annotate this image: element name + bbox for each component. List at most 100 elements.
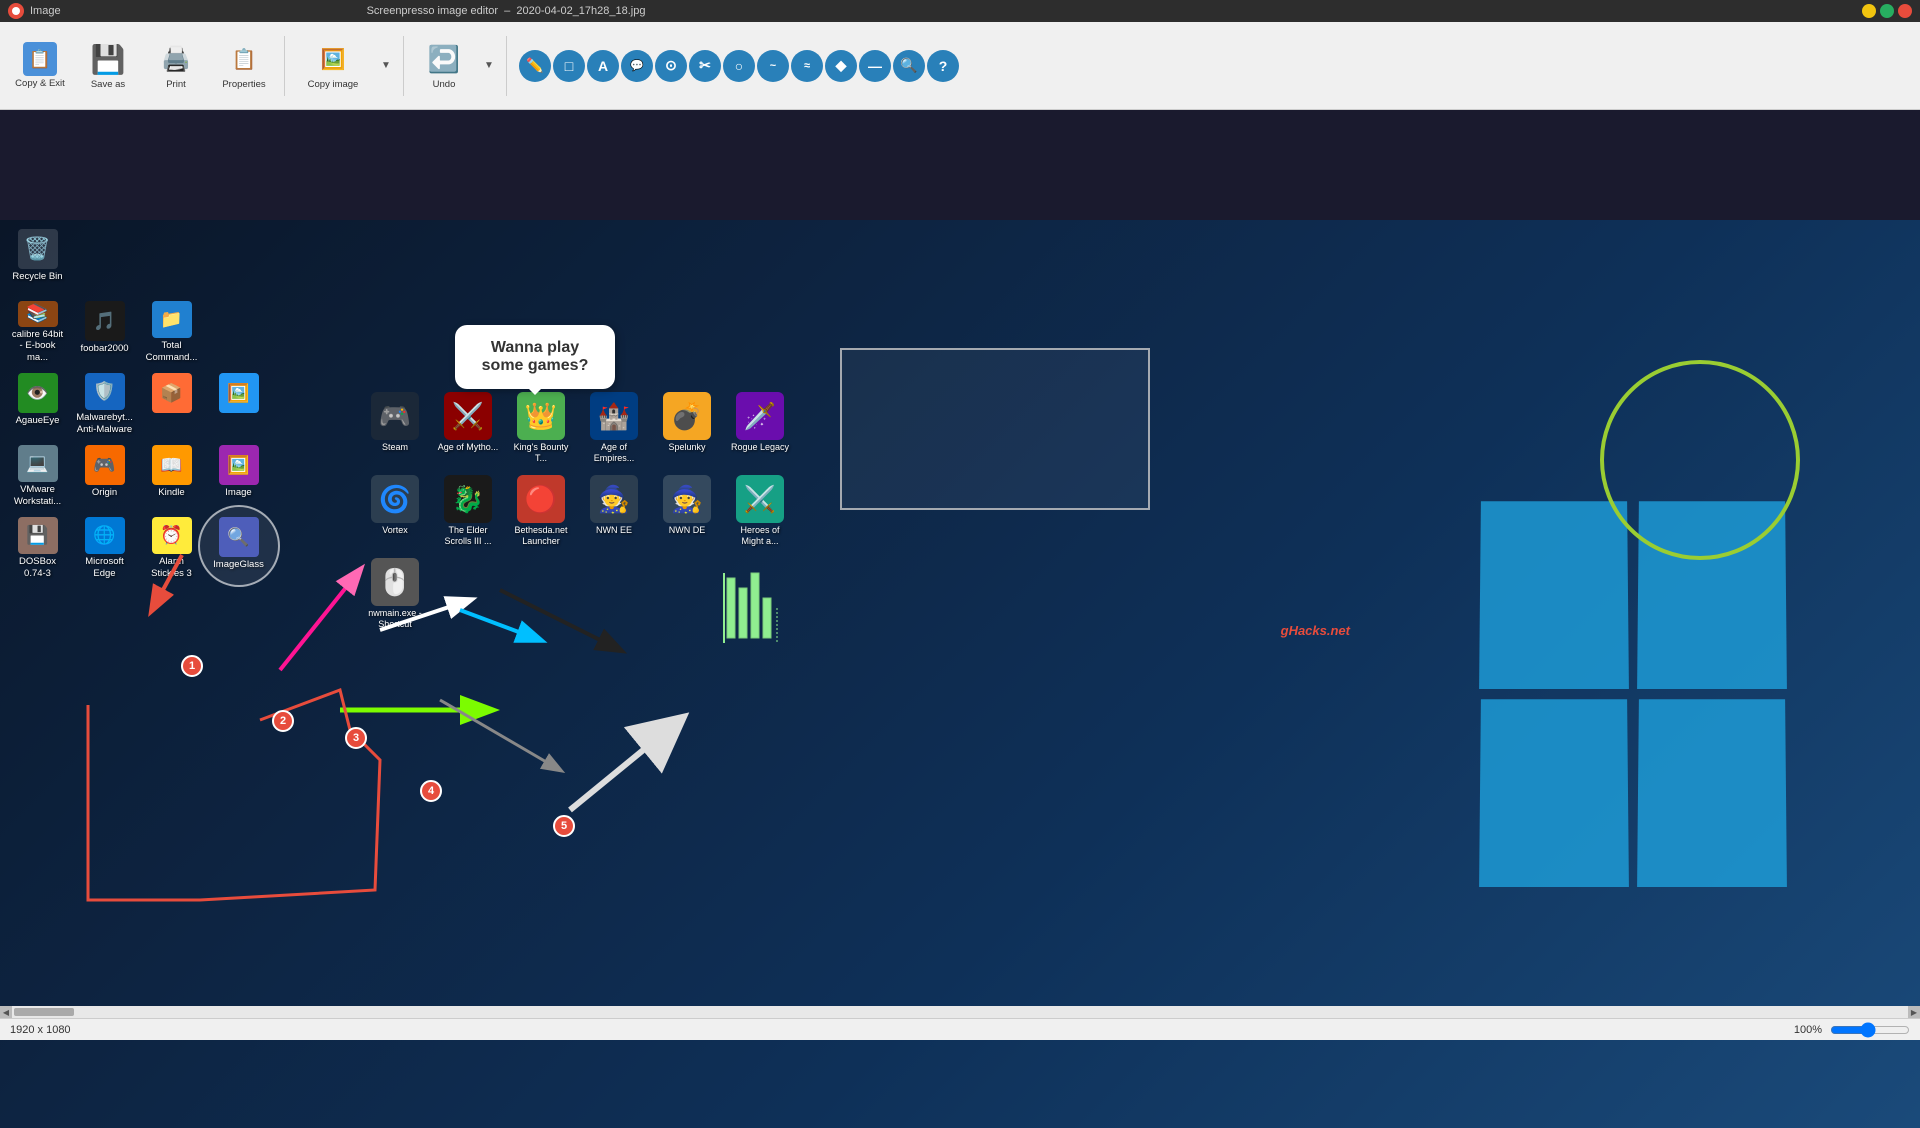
rogue-icon[interactable]: 🗡️ Rogue Legacy	[725, 388, 795, 468]
heroes-img: ⚔️	[736, 475, 784, 523]
windows-logo-container	[1480, 500, 1800, 920]
kindle-icon[interactable]: 📖 Kindle	[139, 441, 204, 511]
image-icon[interactable]: 🖼️ Image	[206, 441, 271, 511]
more-tool[interactable]: ?	[927, 50, 959, 82]
line-tool[interactable]: —	[859, 50, 891, 82]
icon-row-5: 💾 DOSBox 0.74-3 🌐 Microsoft Edge ⏰ Alarm…	[5, 513, 271, 583]
heroes-icon[interactable]: ⚔️ Heroes of Might a...	[725, 471, 795, 551]
age-myth-icon[interactable]: ⚔️ Age of Mytho...	[433, 388, 503, 468]
nwn-ee-label: NWN EE	[596, 525, 632, 536]
recycle-bin-label: Recycle Bin	[12, 271, 62, 282]
vmware-icon[interactable]: 💻 VMware Workstati...	[5, 441, 70, 511]
steam-icon[interactable]: 🎮 Steam	[360, 388, 430, 468]
edge-label: Microsoft Edge	[76, 556, 133, 579]
spelunky-label: Spelunky	[668, 442, 705, 453]
elder-icon[interactable]: 🐉 The Elder Scrolls III ...	[433, 471, 503, 551]
totalcmd-icon[interactable]: 📁 Total Command...	[139, 297, 204, 367]
agaueeye-img: 👁️	[18, 373, 58, 413]
nwn-de-icon[interactable]: 🧙 NWN DE	[652, 471, 722, 551]
close-button[interactable]	[1898, 4, 1912, 18]
scroll-left-button[interactable]: ◀	[0, 1006, 12, 1018]
speech-bubble: Wanna play some games?	[455, 325, 615, 389]
malware-icon[interactable]: 🛡️ Malwarebyt... Anti-Malware	[72, 369, 137, 439]
imageglass-label: ImageGlass	[213, 559, 264, 570]
nwn-ee-icon[interactable]: 🧙 NWN EE	[579, 471, 649, 551]
zoom-slider[interactable]	[1830, 1022, 1910, 1038]
win-pane-bl	[1479, 699, 1629, 887]
beth-icon[interactable]: 🔴 Bethesda.net Launcher	[506, 471, 576, 551]
minimize-button[interactable]	[1862, 4, 1876, 18]
agaueeye-label: AgaueEye	[16, 415, 60, 426]
toolbar-separator-1	[284, 36, 285, 96]
icon-row-3: 👁️ AgaueEye 🛡️ Malwarebyt... Anti-Malwar…	[5, 369, 271, 439]
pencil-tool[interactable]: ✏️	[519, 50, 551, 82]
callout-tool[interactable]: 💬	[621, 50, 653, 82]
undo-dropdown-button[interactable]: ▼	[480, 28, 498, 104]
rect-tool[interactable]: □	[553, 50, 585, 82]
copy-image-button[interactable]: 🖼️ Copy image	[293, 28, 373, 104]
alarm-img: ⏰	[152, 517, 192, 554]
alarm-icon[interactable]: ⏰ Alarm Stickies 3	[139, 513, 204, 583]
agaueeye-icon[interactable]: 👁️ AgaueEye	[5, 369, 70, 439]
copy-exit-button[interactable]: 📋 Copy & Exit	[8, 28, 72, 104]
arrow-tool-1[interactable]: ~	[757, 50, 789, 82]
dropdown-arrow-button[interactable]: ▼	[377, 28, 395, 104]
age-emp-icon[interactable]: 🏰 Age of Empires...	[579, 388, 649, 468]
diamond-tool[interactable]: ◆	[825, 50, 857, 82]
dosbox-label: DOSBox 0.74-3	[9, 556, 66, 579]
vortex-img: 🌀	[371, 475, 419, 523]
image-label: Image	[30, 5, 61, 17]
horizontal-scrollbar[interactable]: ◀ ▶	[0, 1006, 1920, 1018]
maximize-button[interactable]	[1880, 4, 1894, 18]
age-emp-img: 🏰	[590, 392, 638, 440]
origin-img: 🎮	[85, 445, 125, 485]
window-controls[interactable]	[1862, 4, 1912, 18]
toolbar-separator-2	[403, 36, 404, 96]
recycle-bin-icon[interactable]: 🗑️ Recycle Bin	[5, 225, 70, 295]
edge-img: 🌐	[85, 517, 125, 554]
alarm-label: Alarm Stickies 3	[143, 556, 200, 579]
toolbar: 📋 Copy & Exit 💾 Save as 🖨️ Print 📋 Prope…	[0, 22, 1920, 110]
age-emp-label: Age of Empires...	[583, 442, 645, 464]
print-button[interactable]: 🖨️ Print	[144, 28, 208, 104]
zoom-tool[interactable]: 🔍	[893, 50, 925, 82]
calibre-img: 📚	[18, 301, 58, 327]
save-as-button[interactable]: 💾 Save as	[76, 28, 140, 104]
nwmain-label: nwmain.exe - Shortcut	[364, 608, 426, 630]
zoom-level: 100%	[1794, 1024, 1822, 1036]
foobar-icon[interactable]: 🎵 foobar2000	[72, 297, 137, 367]
nwn-de-img: 🧙	[663, 475, 711, 523]
spelunky-icon[interactable]: 💣 Spelunky	[652, 388, 722, 468]
steam-label: Steam	[382, 442, 408, 453]
malware-img: 🛡️	[85, 373, 125, 410]
pkg1-img: 📦	[152, 373, 192, 413]
undo-icon: ↩️	[426, 41, 462, 77]
game-row-1: 🎮 Steam ⚔️ Age of Mytho... 👑 King's Boun…	[360, 388, 795, 468]
badge-4: 4	[420, 780, 442, 802]
calibre-icon[interactable]: 📚 calibre 64bit - E-book ma...	[5, 297, 70, 367]
ellipse-tool[interactable]: ○	[723, 50, 755, 82]
scroll-thumb[interactable]	[14, 1008, 74, 1016]
undo-dropdown-icon: ▼	[484, 60, 494, 71]
beth-label: Bethesda.net Launcher	[510, 525, 572, 547]
arrow-tool-2[interactable]: ≈	[791, 50, 823, 82]
edge-icon[interactable]: 🌐 Microsoft Edge	[72, 513, 137, 583]
img1-icon[interactable]: 🖼️	[206, 369, 271, 439]
text-tool[interactable]: A	[587, 50, 619, 82]
vortex-icon[interactable]: 🌀 Vortex	[360, 471, 430, 551]
scroll-right-button[interactable]: ▶	[1908, 1006, 1920, 1018]
foobar-label: foobar2000	[80, 343, 128, 354]
step-tool[interactable]: ⊙	[655, 50, 687, 82]
nwmain-icon[interactable]: 🖱️ nwmain.exe - Shortcut	[360, 554, 430, 634]
dosbox-icon[interactable]: 💾 DOSBox 0.74-3	[5, 513, 70, 583]
crop-tool[interactable]: ✂	[689, 50, 721, 82]
properties-icon: 📋	[226, 41, 262, 77]
undo-button[interactable]: ↩️ Undo	[412, 28, 476, 104]
imageglass-icon[interactable]: 🔍 ImageGlass	[206, 513, 271, 583]
game-row-2: 🌀 Vortex 🐉 The Elder Scrolls III ... 🔴 B…	[360, 471, 795, 551]
origin-icon[interactable]: 🎮 Origin	[72, 441, 137, 511]
steam-img: 🎮	[371, 392, 419, 440]
properties-button[interactable]: 📋 Properties	[212, 28, 276, 104]
pkg1-icon[interactable]: 📦	[139, 369, 204, 439]
vmware-label: VMware Workstati...	[9, 484, 66, 507]
